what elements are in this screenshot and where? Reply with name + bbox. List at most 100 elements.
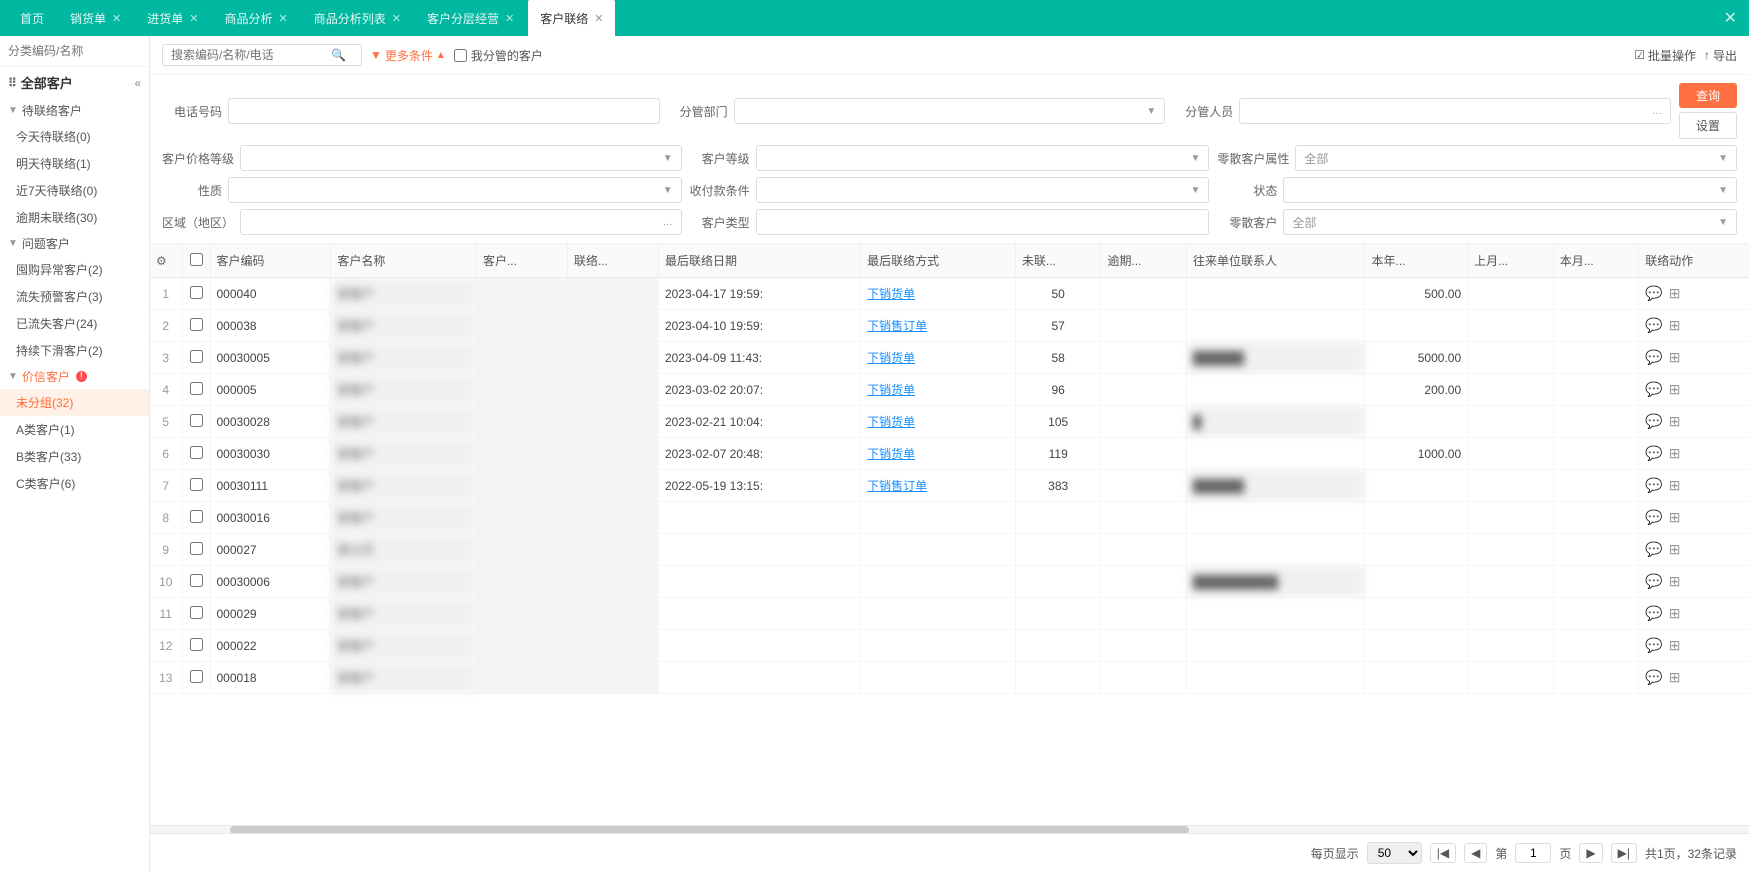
next-page-button[interactable]: ▶ [1579, 843, 1602, 863]
retail-customer-select[interactable]: 全部 ▼ [1283, 209, 1737, 235]
all-customers-header[interactable]: ⠿ 全部客户 « [0, 67, 149, 98]
status-select[interactable]: ▼ [1283, 177, 1737, 203]
per-page-select[interactable]: 50 100 200 [1367, 842, 1422, 864]
customer-level-select[interactable]: ▼ [756, 145, 1210, 171]
last-method-col-header[interactable]: 最后联络方式 [861, 244, 1016, 278]
close-product-list-tab[interactable]: ✕ [392, 12, 401, 25]
sidebar-item-group-b[interactable]: B类客户(33) [0, 443, 149, 470]
sidebar-item-ungrouped[interactable]: 未分组(32) [0, 389, 149, 416]
sidebar-search-input[interactable] [8, 44, 150, 58]
main-search-icon[interactable]: 🔍 [331, 48, 346, 62]
property-select[interactable]: ▼ [228, 177, 682, 203]
chat-icon[interactable]: 💬 [1645, 349, 1662, 366]
last-contact-method[interactable] [861, 502, 1016, 534]
close-sales-tab[interactable]: ✕ [112, 12, 121, 25]
chat-icon[interactable]: 💬 [1645, 573, 1662, 590]
chat-icon[interactable]: 💬 [1645, 541, 1662, 558]
first-page-button[interactable]: |◀ [1430, 843, 1456, 863]
chat-icon[interactable]: 💬 [1645, 381, 1662, 398]
grid-action-icon[interactable]: ⊞ [1669, 413, 1681, 430]
search-button[interactable]: 查询 [1679, 83, 1737, 108]
select-all-checkbox[interactable] [190, 253, 203, 266]
chat-icon[interactable]: 💬 [1645, 285, 1662, 302]
gear-icon[interactable]: ⚙ [156, 254, 167, 268]
last-month-col-header[interactable]: 上月... [1468, 244, 1554, 278]
chat-icon[interactable]: 💬 [1645, 445, 1662, 462]
chat-icon[interactable]: 💬 [1645, 317, 1662, 334]
tab-product-list[interactable]: 商品分析列表 ✕ [302, 0, 413, 36]
close-customer-contact-tab[interactable]: ✕ [594, 12, 603, 25]
chat-icon[interactable]: 💬 [1645, 413, 1662, 430]
last-contact-method[interactable] [861, 598, 1016, 630]
grid-action-icon[interactable]: ⊞ [1669, 509, 1681, 526]
sidebar-item-lost[interactable]: 已流失客户(24) [0, 310, 149, 337]
sidebar-item-group-c[interactable]: C类客户(6) [0, 470, 149, 497]
my-customers-check[interactable] [454, 49, 467, 62]
chat-icon[interactable]: 💬 [1645, 477, 1662, 494]
grid-action-icon[interactable]: ⊞ [1669, 317, 1681, 334]
tab-purchase[interactable]: 进货单 ✕ [135, 0, 210, 36]
chat-icon[interactable]: 💬 [1645, 605, 1662, 622]
phone-input[interactable] [228, 98, 660, 124]
grid-action-icon[interactable]: ⊞ [1669, 605, 1681, 622]
waiting-contact-group[interactable]: ▼ 待联络客户 [0, 98, 149, 123]
grid-action-icon[interactable]: ⊞ [1669, 349, 1681, 366]
grid-action-icon[interactable]: ⊞ [1669, 669, 1681, 686]
row-checkbox[interactable] [190, 606, 203, 619]
row-checkbox[interactable] [190, 670, 203, 683]
dept-select[interactable]: ▼ [734, 98, 1166, 124]
sidebar-item-overdue[interactable]: 逾期未联络(30) [0, 204, 149, 231]
horizontal-scrollbar[interactable] [150, 825, 1749, 833]
retail-attr-select[interactable]: 全部 ▼ [1295, 145, 1737, 171]
row-checkbox[interactable] [190, 350, 203, 363]
company-contact-col-header[interactable]: 往来单位联系人 [1187, 244, 1365, 278]
sidebar-item-today[interactable]: 今天待联络(0) [0, 123, 149, 150]
sidebar-item-group-a[interactable]: A类客户(1) [0, 416, 149, 443]
prev-page-button[interactable]: ◀ [1464, 843, 1487, 863]
score-customers-group[interactable]: ▼ 价信客户 ! [0, 364, 149, 389]
tab-customer-segmentation[interactable]: 客户分层经营 ✕ [415, 0, 526, 36]
last-contact-method[interactable]: 下销货单 [861, 278, 1016, 310]
row-checkbox[interactable] [190, 638, 203, 651]
customer-type-select[interactable] [756, 209, 1210, 235]
contact-col-header[interactable]: 联络... [567, 244, 658, 278]
price-level-select[interactable]: ▼ [240, 145, 682, 171]
sidebar-item-tomorrow[interactable]: 明天待联络(1) [0, 150, 149, 177]
last-contact-method[interactable]: 下销货单 [861, 342, 1016, 374]
my-customers-checkbox[interactable]: 我分管的客户 [454, 47, 543, 64]
row-checkbox[interactable] [190, 478, 203, 491]
sidebar-item-churn-risk[interactable]: 流失预警客户(3) [0, 283, 149, 310]
last-date-col-header[interactable]: 最后联络日期 [658, 244, 860, 278]
last-contact-method[interactable]: 下销售订单 [861, 310, 1016, 342]
row-checkbox[interactable] [190, 446, 203, 459]
last-contact-method[interactable] [861, 662, 1016, 694]
chat-icon[interactable]: 💬 [1645, 509, 1662, 526]
batch-operations-button[interactable]: ☑ 批量操作 [1634, 47, 1696, 64]
payment-select[interactable]: ▼ [756, 177, 1210, 203]
row-checkbox[interactable] [190, 574, 203, 587]
region-select[interactable]: … [240, 209, 682, 235]
sidebar-item-continuous-decline[interactable]: 持续下滑客户(2) [0, 337, 149, 364]
close-customer-seg-tab[interactable]: ✕ [505, 12, 514, 25]
grid-action-icon[interactable]: ⊞ [1669, 573, 1681, 590]
last-page-button[interactable]: ▶| [1611, 843, 1637, 863]
last-contact-method[interactable]: 下销货单 [861, 374, 1016, 406]
name-col-header[interactable]: 客户名称 [331, 244, 477, 278]
row-checkbox[interactable] [190, 414, 203, 427]
last-contact-method[interactable]: 下销货单 [861, 438, 1016, 470]
grid-action-icon[interactable]: ⊞ [1669, 637, 1681, 654]
tab-product-analysis[interactable]: 商品分析 ✕ [212, 0, 299, 36]
type-col-header[interactable]: 客户... [476, 244, 567, 278]
tab-home[interactable]: 首页 [8, 0, 56, 36]
main-search-input[interactable] [171, 48, 331, 62]
close-purchase-tab[interactable]: ✕ [189, 12, 198, 25]
grid-action-icon[interactable]: ⊞ [1669, 477, 1681, 494]
tab-sales[interactable]: 销货单 ✕ [58, 0, 133, 36]
row-checkbox[interactable] [190, 318, 203, 331]
reset-button[interactable]: 设置 [1679, 112, 1737, 139]
more-conditions-button[interactable]: ▼ 更多条件 ▲ [370, 47, 446, 64]
problem-customers-group[interactable]: ▼ 问题客户 [0, 231, 149, 256]
close-product-analysis-tab[interactable]: ✕ [279, 12, 288, 25]
row-checkbox[interactable] [190, 510, 203, 523]
this-month-col-header[interactable]: 本月... [1553, 244, 1639, 278]
